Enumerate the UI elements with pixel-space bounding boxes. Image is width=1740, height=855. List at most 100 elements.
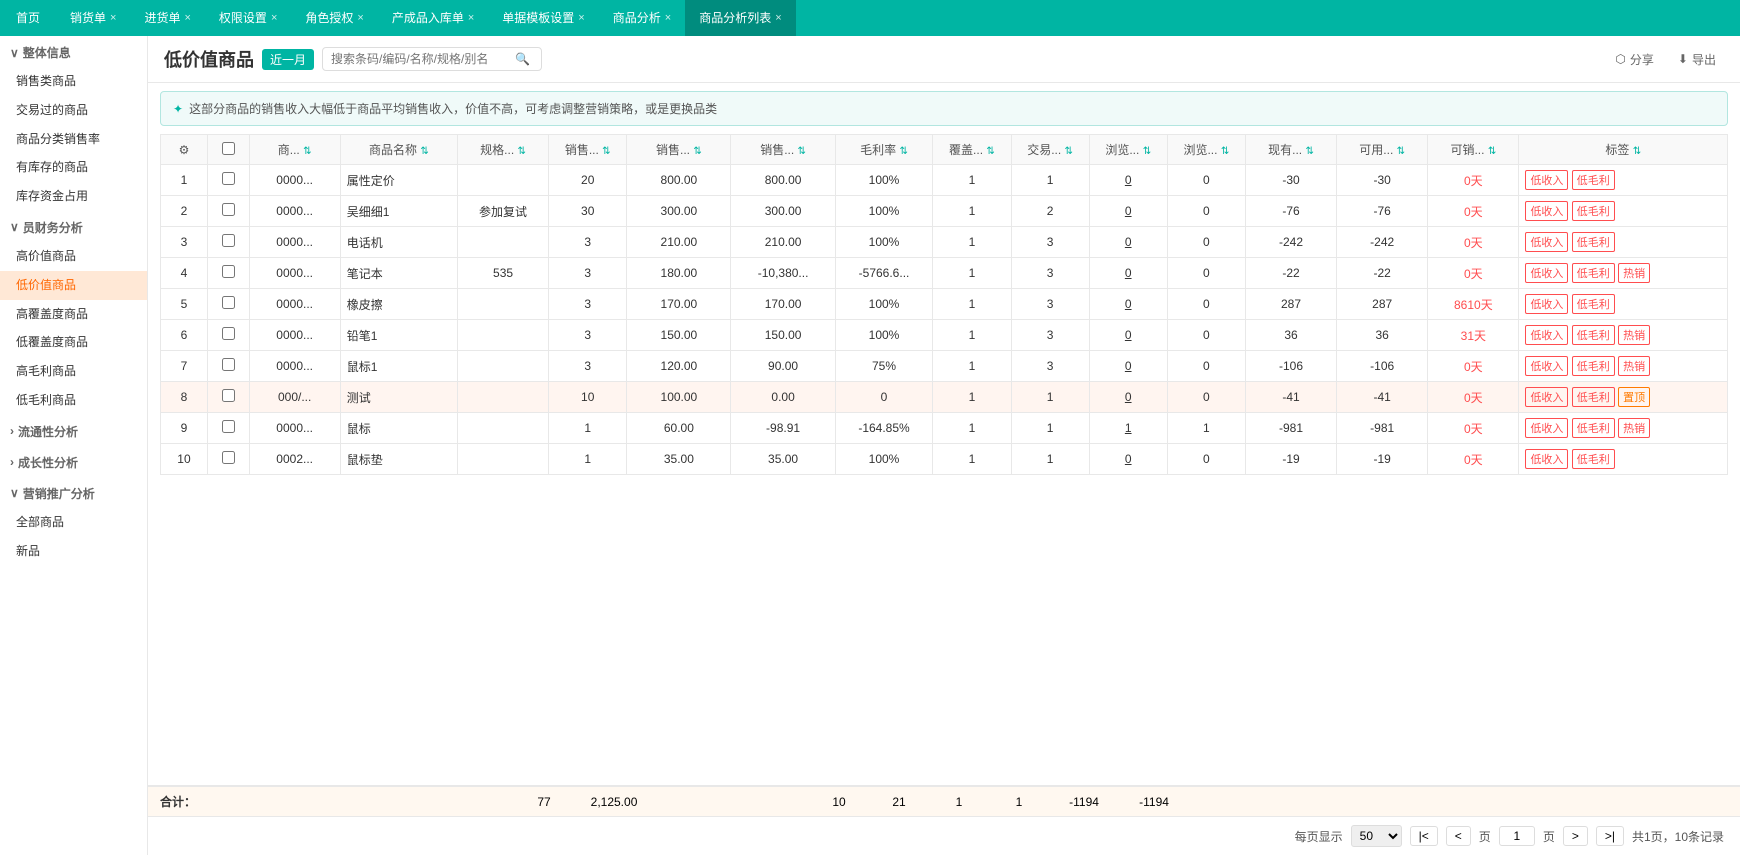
row-select-checkbox[interactable] <box>222 234 235 247</box>
sidebar-group-growth[interactable]: › 成长性分析 <box>0 446 147 477</box>
row-select-checkbox[interactable] <box>222 327 235 340</box>
sidebar-item-category-sales-rate[interactable]: 商品分类销售率 <box>0 125 147 154</box>
sidebar-item-low-value[interactable]: 低价值商品 <box>0 271 147 300</box>
col-code[interactable]: 商... ⇅ <box>249 135 340 165</box>
browse-link[interactable]: 0 <box>1125 390 1132 404</box>
row-browse1[interactable]: 0 <box>1089 382 1167 413</box>
sidebar-item-low-margin[interactable]: 低毛利商品 <box>0 386 147 415</box>
row-select-checkbox[interactable] <box>222 420 235 433</box>
row-browse1[interactable]: 0 <box>1089 196 1167 227</box>
search-box[interactable]: 🔍 <box>322 47 542 71</box>
sidebar-group-financial[interactable]: ∨ 员财务分析 <box>0 211 147 242</box>
browse-link[interactable]: 0 <box>1125 173 1132 187</box>
row-browse1[interactable]: 0 <box>1089 444 1167 475</box>
sidebar-item-low-coverage[interactable]: 低覆盖度商品 <box>0 328 147 357</box>
browse-link[interactable]: 0 <box>1125 297 1132 311</box>
sort-icon[interactable]: ⇅ <box>986 146 994 157</box>
nav-template-settings[interactable]: 单据模板设置 × <box>488 0 598 36</box>
sort-icon[interactable]: ⇅ <box>798 146 806 157</box>
sort-icon[interactable]: ⇅ <box>693 146 701 157</box>
page-number-input[interactable] <box>1499 826 1535 846</box>
export-button[interactable]: ⬇ 导出 <box>1670 47 1724 72</box>
sidebar-item-in-stock-products[interactable]: 有库存的商品 <box>0 153 147 182</box>
row-browse1[interactable]: 0 <box>1089 320 1167 351</box>
sidebar-item-new-products[interactable]: 新品 <box>0 537 147 566</box>
col-sales-price[interactable]: 销售... ⇅ <box>731 135 835 165</box>
sidebar-item-high-margin[interactable]: 高毛利商品 <box>0 357 147 386</box>
sidebar-item-sales-products[interactable]: 销售类商品 <box>0 67 147 96</box>
col-browse2[interactable]: 浏览... ⇅ <box>1167 135 1245 165</box>
close-icon[interactable]: × <box>665 0 671 36</box>
row-select-checkbox[interactable] <box>222 296 235 309</box>
gear-icon[interactable]: ⚙ <box>179 143 190 157</box>
row-select-checkbox[interactable] <box>222 451 235 464</box>
sidebar-item-high-value[interactable]: 高价值商品 <box>0 242 147 271</box>
sort-icon[interactable]: ⇅ <box>1305 146 1313 157</box>
sort-icon[interactable]: ⇅ <box>1397 146 1405 157</box>
row-browse1[interactable]: 0 <box>1089 165 1167 196</box>
close-icon[interactable]: × <box>578 0 584 36</box>
row-checkbox[interactable] <box>207 320 249 351</box>
sort-icon[interactable]: ⇅ <box>518 146 526 157</box>
row-checkbox[interactable] <box>207 413 249 444</box>
browse-link[interactable]: 0 <box>1125 359 1132 373</box>
browse-link[interactable]: 0 <box>1125 235 1132 249</box>
col-tags[interactable]: 标签 ⇅ <box>1519 135 1728 165</box>
row-browse1[interactable]: 0 <box>1089 258 1167 289</box>
col-check[interactable] <box>207 135 249 165</box>
sort-icon[interactable]: ⇅ <box>1065 146 1073 157</box>
sidebar-group-liquidity[interactable]: › 流通性分析 <box>0 415 147 446</box>
browse-link[interactable]: 1 <box>1125 421 1132 435</box>
sort-icon[interactable]: ⇅ <box>420 146 428 157</box>
row-checkbox[interactable] <box>207 196 249 227</box>
nav-home[interactable]: 首页 <box>0 0 56 36</box>
next-page-button[interactable]: > <box>1563 826 1588 846</box>
row-checkbox[interactable] <box>207 227 249 258</box>
col-gear[interactable]: ⚙ <box>161 135 208 165</box>
sort-icon[interactable]: ⇅ <box>1633 146 1641 157</box>
col-gross-margin[interactable]: 毛利率 ⇅ <box>835 135 933 165</box>
col-current[interactable]: 现有... ⇅ <box>1245 135 1336 165</box>
row-browse1[interactable]: 0 <box>1089 289 1167 320</box>
col-name[interactable]: 商品名称 ⇅ <box>340 135 457 165</box>
nav-purchase-order[interactable]: 进货单 × <box>130 0 204 36</box>
close-icon[interactable]: × <box>357 0 363 36</box>
sort-icon[interactable]: ⇅ <box>1488 146 1496 157</box>
table-container[interactable]: ⚙ 商... ⇅ 商品名称 ⇅ <box>160 134 1728 785</box>
nav-finished-goods[interactable]: 产成品入库单 × <box>378 0 488 36</box>
row-checkbox[interactable] <box>207 351 249 382</box>
row-checkbox[interactable] <box>207 382 249 413</box>
row-checkbox[interactable] <box>207 289 249 320</box>
select-all-checkbox[interactable] <box>222 142 235 155</box>
row-select-checkbox[interactable] <box>222 358 235 371</box>
browse-link[interactable]: 0 <box>1125 328 1132 342</box>
nav-permission-settings[interactable]: 权限设置 × <box>205 0 291 36</box>
sidebar-item-inventory-capital[interactable]: 库存资金占用 <box>0 182 147 211</box>
nav-role-auth[interactable]: 角色授权 × <box>291 0 377 36</box>
sidebar-group-overall[interactable]: ∨ 整体信息 <box>0 36 147 67</box>
prev-page-button[interactable]: < <box>1446 826 1471 846</box>
row-checkbox[interactable] <box>207 258 249 289</box>
row-checkbox[interactable] <box>207 165 249 196</box>
col-coverage[interactable]: 覆盖... ⇅ <box>933 135 1011 165</box>
sort-icon[interactable]: ⇅ <box>1221 146 1229 157</box>
row-select-checkbox[interactable] <box>222 265 235 278</box>
per-page-select[interactable]: 50 20 100 <box>1351 825 1402 847</box>
col-spec[interactable]: 规格... ⇅ <box>457 135 548 165</box>
close-icon[interactable]: × <box>775 0 781 36</box>
col-available[interactable]: 可用... ⇅ <box>1337 135 1428 165</box>
nav-product-analysis[interactable]: 商品分析 × <box>599 0 685 36</box>
row-browse1[interactable]: 0 <box>1089 351 1167 382</box>
row-select-checkbox[interactable] <box>222 389 235 402</box>
search-icon[interactable]: 🔍 <box>515 52 530 66</box>
row-browse1[interactable]: 1 <box>1089 413 1167 444</box>
row-checkbox[interactable] <box>207 444 249 475</box>
row-select-checkbox[interactable] <box>222 172 235 185</box>
col-sales-qty[interactable]: 销售... ⇅ <box>549 135 627 165</box>
col-sellable[interactable]: 可销... ⇅ <box>1428 135 1519 165</box>
share-button[interactable]: ⬡ 分享 <box>1607 47 1662 72</box>
nav-sales-order[interactable]: 销货单 × <box>56 0 130 36</box>
browse-link[interactable]: 0 <box>1125 204 1132 218</box>
row-browse1[interactable]: 0 <box>1089 227 1167 258</box>
col-sales-amount[interactable]: 销售... ⇅ <box>627 135 731 165</box>
